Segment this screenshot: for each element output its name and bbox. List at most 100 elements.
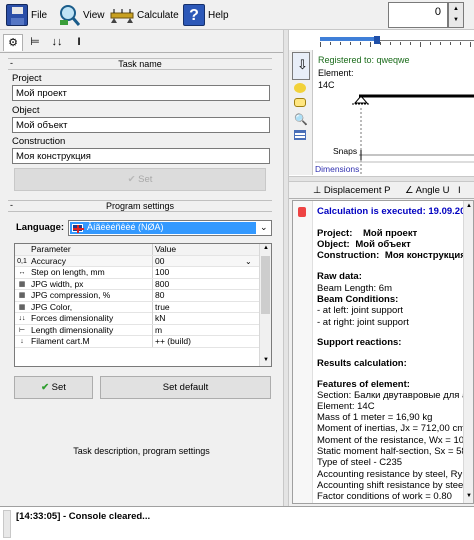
ruler-tick	[340, 42, 341, 45]
tab-beam[interactable]: ⊨	[25, 34, 45, 51]
project-field[interactable]: Мой проект	[12, 85, 270, 101]
report-results: Results calculation:	[317, 358, 407, 369]
horizontal-splitter[interactable]	[289, 176, 474, 182]
parameter-value[interactable]: ++ (build)	[152, 336, 256, 347]
file-button[interactable]: File	[6, 3, 47, 27]
counter-field[interactable]: 0	[388, 2, 448, 28]
help-button[interactable]: ? Help	[183, 3, 229, 27]
report-construction: Construction: Моя конструкция	[317, 250, 466, 261]
tab-more[interactable]: I	[458, 185, 461, 196]
parameter-value[interactable]: 00	[152, 255, 256, 267]
pointer-tool[interactable]: ⇩	[292, 52, 310, 80]
table-header-row: Parameter Value	[15, 244, 259, 256]
ruler-tick	[370, 42, 371, 47]
construction-field[interactable]: Моя конструкция	[12, 148, 270, 164]
language-select[interactable]: Àíãëèéñêèé (NØA) ⌄	[68, 220, 272, 236]
help-icon: ?	[183, 4, 205, 26]
collapse-icon[interactable]: -	[10, 200, 13, 210]
report-view[interactable]: Calculation is executed: 19.09.20 Projec…	[292, 200, 474, 504]
ruler-tick	[430, 42, 431, 45]
left-tab-strip: ⚙ ⊨ ↓↓ I	[0, 31, 283, 53]
report-beam-conditions: Beam Conditions:	[317, 294, 399, 305]
scroll-thumb[interactable]	[261, 256, 270, 314]
table-row[interactable]: ↓ Filament cart.M ++ (build)	[15, 336, 259, 348]
console-panel[interactable]: [14:33:05] - Console cleared...	[0, 506, 474, 540]
table-row[interactable]: ▦ JPG compression, % 80	[15, 290, 259, 302]
report-beam-length: Beam Length: 6m	[317, 283, 392, 294]
print-icon[interactable]	[298, 207, 306, 217]
ruler-tick	[390, 42, 391, 45]
zoom-icon[interactable]: 🔍	[294, 113, 308, 126]
report-mass: Mass of 1 meter = 16,90 kg	[317, 412, 433, 423]
tab-loads[interactable]: ↓↓	[47, 34, 67, 51]
parameter-value[interactable]: m	[152, 324, 256, 336]
table-grid-icon[interactable]	[294, 130, 306, 140]
scroll-up-icon[interactable]: ▲	[466, 203, 472, 209]
floppy-disk-icon	[6, 4, 28, 26]
parameter-value[interactable]: 800	[152, 278, 256, 290]
report-static-moment: Static moment half-section, Sx = 58,40	[317, 446, 474, 457]
parameter-name: JPG width, px	[31, 278, 84, 289]
table-row[interactable]: ↔ Step on length, mm 100	[15, 267, 259, 279]
table-row[interactable]: ▦ JPG Color, true	[15, 301, 259, 313]
table-row[interactable]: ▦ JPG width, px 800	[15, 278, 259, 290]
ruler-tick	[410, 42, 411, 45]
console-gutter	[3, 510, 11, 538]
scroll-down-icon[interactable]: ▼	[466, 493, 472, 499]
table-row[interactable]: 0,1 Accuracy 00 ⌄	[15, 255, 259, 267]
collapse-icon[interactable]: -	[10, 58, 13, 68]
tab-displacement[interactable]: ⊥ Displacement P	[313, 185, 390, 196]
settings-set-button[interactable]: ✔ Set	[14, 376, 93, 399]
zoom-slider[interactable]	[320, 33, 474, 49]
toolbar: File View Calculate ? Help 0 ▲ ▼	[0, 0, 474, 30]
chevron-down-icon[interactable]: ⌄	[245, 256, 252, 267]
ruler-tick	[400, 42, 401, 45]
comment-icon[interactable]	[294, 98, 306, 107]
tab-angle[interactable]: ∠ Angle U	[405, 185, 449, 196]
report-project: Project: Мой проект	[317, 228, 418, 239]
tab-section[interactable]: I	[69, 34, 89, 51]
object-field[interactable]: Мой объект	[12, 117, 270, 133]
beam-canvas[interactable]: Registered to: qweqwe Element: 14C Snaps…	[315, 52, 474, 174]
beam-calc-icon	[110, 4, 134, 26]
scroll-up-icon[interactable]: ▲	[263, 245, 269, 251]
table-scrollbar[interactable]: ▲ ▼	[259, 244, 271, 366]
parameter-value[interactable]: kN	[152, 313, 256, 324]
beam-icon: I	[458, 185, 461, 196]
jpg-color-icon: ▦	[18, 303, 26, 311]
report-status: Calculation is executed: 19.09.20	[317, 206, 466, 217]
tab-settings[interactable]: ⚙	[3, 34, 23, 51]
task-set-button[interactable]: ✔ Set	[14, 168, 266, 191]
report-factor: Factor conditions of work = 0.80	[317, 491, 452, 502]
magnifier-icon	[58, 4, 81, 26]
length-icon: ⊢	[18, 326, 26, 334]
report-support-reactions: Support reactions:	[317, 337, 402, 348]
settings-panel: - Task name Project Мой проект Object Мо…	[0, 54, 283, 504]
calculate-button[interactable]: Calculate	[110, 3, 179, 27]
report-scrollbar[interactable]: ▲ ▼	[463, 201, 473, 503]
light-bulb-icon[interactable]	[294, 83, 306, 93]
table-row[interactable]: ⊢ Length dimensionality m	[15, 324, 259, 336]
calculate-label: Calculate	[137, 9, 179, 21]
ruler-tick	[360, 42, 361, 45]
report-features: Features of element:	[317, 379, 410, 390]
gear-icon: ⚙	[8, 37, 18, 49]
parameter-name: JPG compression, %	[31, 290, 111, 300]
step-icon: ↔	[18, 269, 26, 276]
parameter-name: Forces dimensionality	[31, 313, 114, 323]
parameter-value[interactable]: 100	[152, 267, 256, 278]
set-default-button[interactable]: Set default	[100, 376, 271, 399]
parameter-value[interactable]: 80	[152, 290, 256, 301]
counter-spinner[interactable]: ▲ ▼	[448, 2, 464, 28]
checkmark-icon: ✔	[127, 174, 136, 185]
parameter-name: Filament cart.M	[31, 336, 90, 346]
report-acc-shift: Accounting shift resistance by steel,	[317, 480, 469, 491]
table-row[interactable]: ↓↓ Forces dimensionality kN	[15, 313, 259, 325]
beam-view-toolbar: ⇩ 🔍	[289, 50, 313, 175]
project-label: Project	[12, 73, 42, 84]
task-name-header: - Task name	[8, 58, 272, 70]
parameter-value[interactable]: true	[152, 301, 256, 313]
scroll-down-icon[interactable]: ▼	[263, 357, 269, 363]
view-button[interactable]: View	[58, 3, 105, 27]
beam-icon: ⊥	[313, 185, 322, 196]
